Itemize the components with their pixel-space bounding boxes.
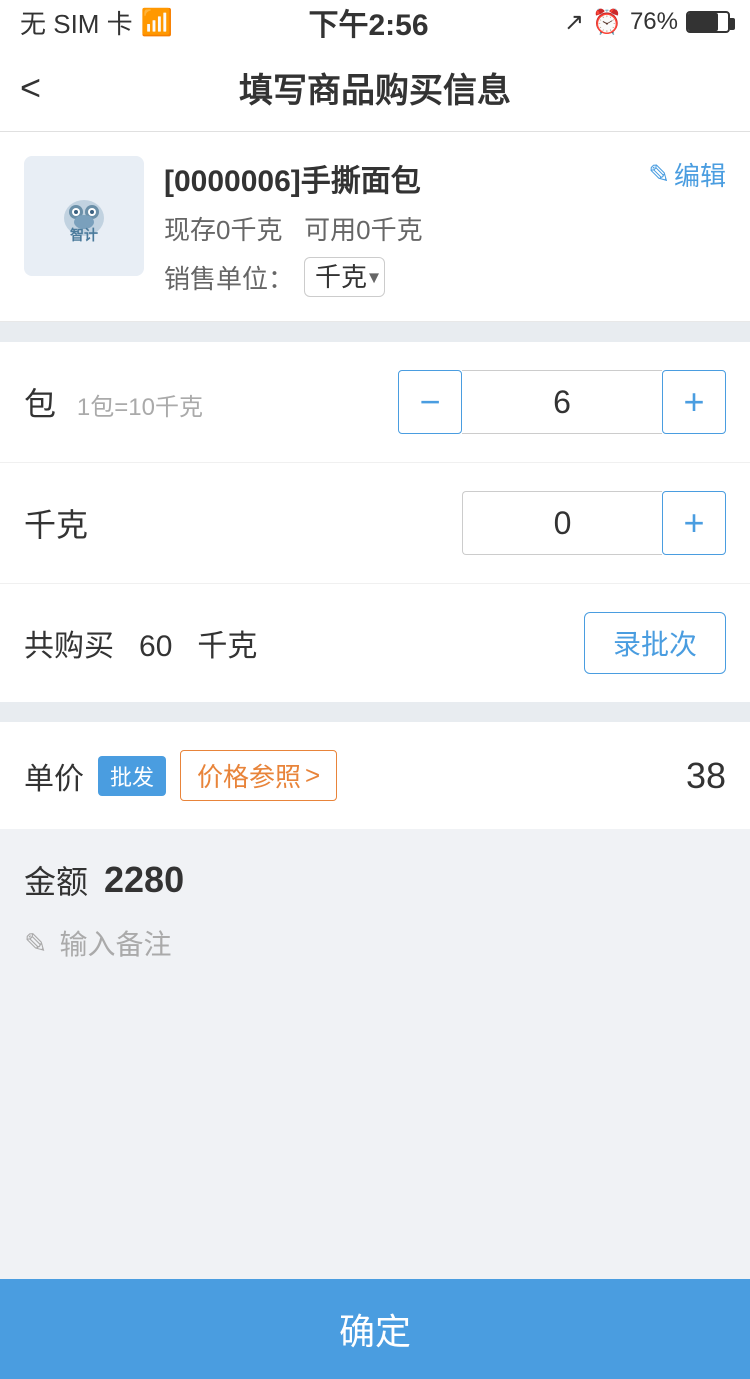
edit-icon: ✎ [648,159,670,190]
amount-value: 2280 [104,859,184,901]
total-label: 共购买 60 千克 [24,621,257,665]
remark-placeholder: 输入备注 [59,923,171,963]
product-name: [0000006]手撕面包 [164,156,726,200]
wifi-icon: 📶 [141,7,173,38]
amount-row: 金额 2280 [24,857,726,903]
back-button[interactable]: < [20,67,41,109]
product-logo-icon: 智计 [54,186,114,246]
section-divider-2 [0,702,750,722]
decrement-bag-button[interactable]: − [398,370,462,434]
remark-row[interactable]: ✎ 输入备注 [24,923,726,963]
product-stock: 现存0千克 可用0千克 [164,210,726,247]
quantity-control-bag: − + [398,370,726,434]
carrier-text: 无 SIM 卡 [20,4,133,41]
product-image: 智计 [24,156,144,276]
page-title: 填写商品购买信息 [239,63,511,112]
price-ref-chevron: > [305,760,320,791]
quantity-control-kg: + [462,491,726,555]
price-label: 单价 [24,754,84,798]
price-left: 单价 批发 价格参照 > [24,750,337,801]
product-card: 智计 [0000006]手撕面包 现存0千克 可用0千克 销售单位： 千克 包 … [0,132,750,322]
quantity-row-bag: 包 1包=10千克 − + [0,342,750,463]
quantity-input-bag[interactable] [462,370,662,434]
unit-select-wrapper[interactable]: 千克 包 [304,257,385,297]
status-carrier: 无 SIM 卡 📶 [20,4,173,41]
increment-kg-button[interactable]: + [662,491,726,555]
amount-label: 金额 [24,857,88,903]
battery-icon [686,11,730,33]
price-tag: 批发 [98,756,166,796]
remark-edit-icon: ✎ [24,927,47,960]
record-batch-button[interactable]: 录批次 [584,612,726,674]
section-divider-1 [0,322,750,342]
unit-select[interactable]: 千克 包 [304,257,385,297]
total-value: 60 [139,630,172,663]
status-right: ↗ ⏰ 76% [564,8,730,37]
total-row: 共购买 60 千克 录批次 [0,584,750,702]
battery-text: 76% [630,8,678,36]
quantity-label-kg: 千克 [24,500,462,546]
price-section: 单价 批发 价格参照 > 38 [0,722,750,829]
alarm-icon: ⏰ [592,8,622,37]
product-info: [0000006]手撕面包 现存0千克 可用0千克 销售单位： 千克 包 [164,156,726,297]
price-reference-button[interactable]: 价格参照 > [180,750,337,801]
product-unit: 销售单位： 千克 包 [164,257,726,297]
quantity-hint-bag: 1包=10千克 [77,394,203,421]
amount-section: 金额 2280 ✎ 输入备注 [0,829,750,979]
status-bar: 无 SIM 卡 📶 下午2:56 ↗ ⏰ 76% [0,0,750,44]
location-icon: ↗ [564,8,584,37]
increment-bag-button[interactable]: + [662,370,726,434]
confirm-button[interactable]: 确定 [0,1279,750,1379]
nav-bar: < 填写商品购买信息 [0,44,750,132]
status-time: 下午2:56 [308,0,428,44]
svg-text:智计: 智计 [69,227,98,243]
quantity-section: 包 1包=10千克 − + 千克 + 共购买 60 千克 录批次 [0,342,750,702]
edit-button[interactable]: ✎ 编辑 [648,156,726,193]
price-row: 单价 批发 价格参照 > 38 [24,750,726,801]
quantity-label-bag: 包 1包=10千克 [24,379,398,425]
quantity-row-kg: 千克 + [0,463,750,584]
empty-space [0,979,750,1279]
price-value: 38 [686,755,726,797]
quantity-input-kg[interactable] [462,491,662,555]
